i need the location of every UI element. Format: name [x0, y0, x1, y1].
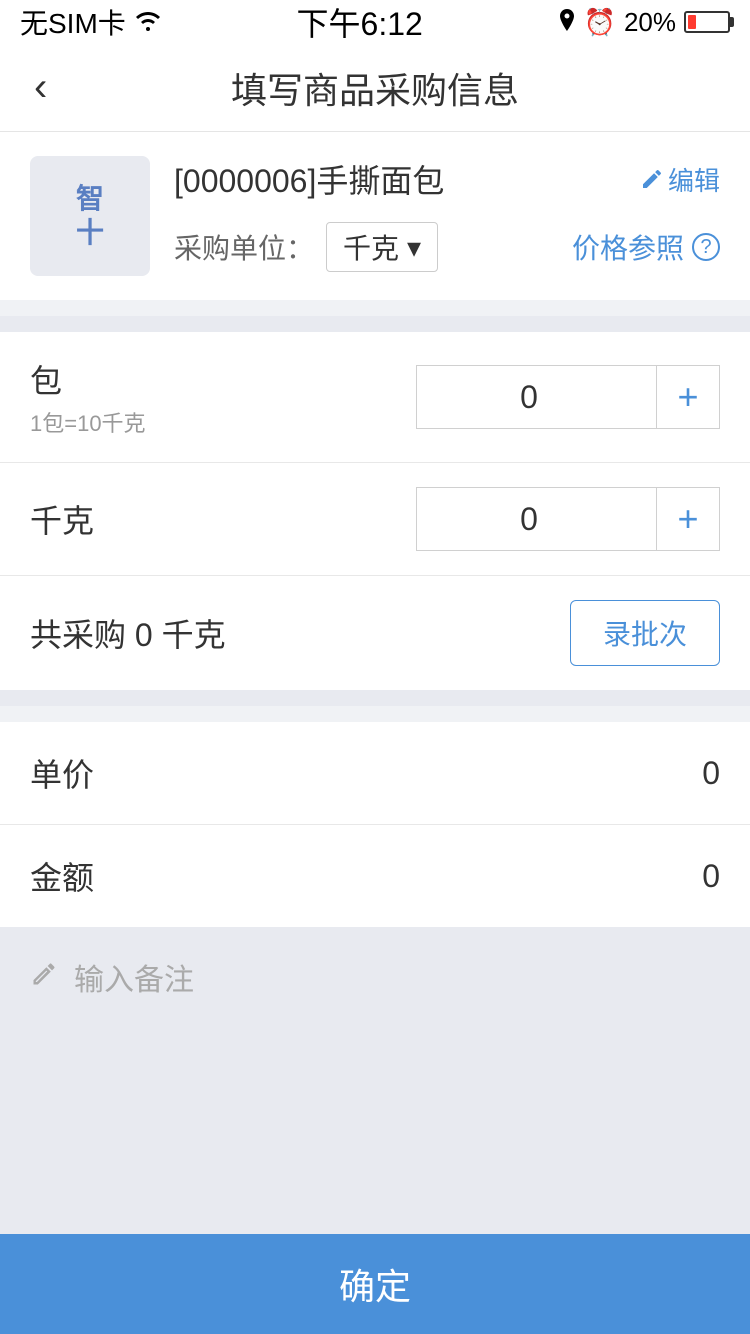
notes-placeholder: 输入备注: [74, 955, 194, 999]
bag-plus-button[interactable]: +: [656, 365, 720, 429]
kg-plus-button[interactable]: +: [656, 487, 720, 551]
amount-row: 金额 0: [0, 825, 750, 927]
divider-2: [0, 690, 750, 706]
unit-select[interactable]: 千克 ▾: [326, 222, 438, 272]
product-info: [0000006]手撕面包 编辑 采购单位： 千克 ▾ 价格参照 ?: [174, 156, 720, 272]
batch-button[interactable]: 录批次: [570, 600, 720, 666]
price-ref-button[interactable]: 价格参照 ?: [572, 227, 720, 267]
status-bar: 无SIM卡 下午6:12 ⏰ 20%: [0, 0, 750, 44]
battery-percent: 20%: [624, 7, 676, 38]
status-time: 下午6:12: [297, 0, 423, 45]
kg-label: 千克: [30, 496, 94, 542]
chevron-down-icon: ▾: [407, 231, 421, 264]
amount-value: 0: [702, 858, 720, 895]
edit-button[interactable]: 编辑: [640, 161, 720, 198]
carrier-text: 无SIM卡: [20, 2, 126, 42]
status-right: ⏰ 20%: [558, 7, 730, 38]
bag-input-row: 包 1包=10千克 +: [0, 332, 750, 463]
summary-amount: 0: [135, 617, 153, 653]
unit-price-row: 单价 0: [0, 722, 750, 825]
product-unit-row: 采购单位： 千克 ▾ 价格参照 ?: [174, 222, 720, 272]
wifi-icon: [134, 6, 162, 38]
product-logo: 智 十: [76, 182, 104, 249]
bag-input-control: +: [416, 365, 720, 429]
page-title: 填写商品采购信息: [231, 62, 519, 114]
product-card: 智 十 [0000006]手撕面包 编辑 采购单位： 千克 ▾ 价格参照 ?: [0, 132, 750, 300]
location-icon: [558, 7, 576, 38]
notes-section[interactable]: 输入备注: [0, 927, 750, 1027]
divider-1: [0, 316, 750, 332]
battery-indicator: [684, 11, 730, 33]
help-icon: ?: [692, 233, 720, 261]
bag-qty-input[interactable]: [416, 365, 656, 429]
kg-qty-input[interactable]: [416, 487, 656, 551]
amount-label: 金额: [30, 853, 94, 899]
summary-text: 共采购 0 千克: [30, 610, 226, 656]
back-button[interactable]: ‹: [24, 55, 57, 120]
bag-label: 包 1包=10千克: [30, 356, 146, 438]
confirm-bar[interactable]: 确定: [0, 1234, 750, 1334]
unit-label: 采购单位：: [174, 227, 314, 267]
price-section: 单价 0 金额 0: [0, 722, 750, 927]
product-name: [0000006]手撕面包: [174, 156, 444, 202]
confirm-text: 确定: [339, 1258, 411, 1310]
nav-bar: ‹ 填写商品采购信息: [0, 44, 750, 132]
unit-price-label: 单价: [30, 750, 94, 796]
summary-row: 共采购 0 千克 录批次: [0, 576, 750, 690]
alarm-icon: ⏰: [584, 7, 616, 38]
kg-input-control: +: [416, 487, 720, 551]
input-section: 包 1包=10千克 + 千克 +: [0, 332, 750, 576]
status-left: 无SIM卡: [20, 2, 162, 42]
product-name-row: [0000006]手撕面包 编辑: [174, 156, 720, 202]
unit-price-value: 0: [702, 755, 720, 792]
kg-input-row: 千克 +: [0, 463, 750, 576]
bag-sub: 1包=10千克: [30, 406, 146, 438]
product-image: 智 十: [30, 156, 150, 276]
pencil-icon: [30, 960, 58, 995]
